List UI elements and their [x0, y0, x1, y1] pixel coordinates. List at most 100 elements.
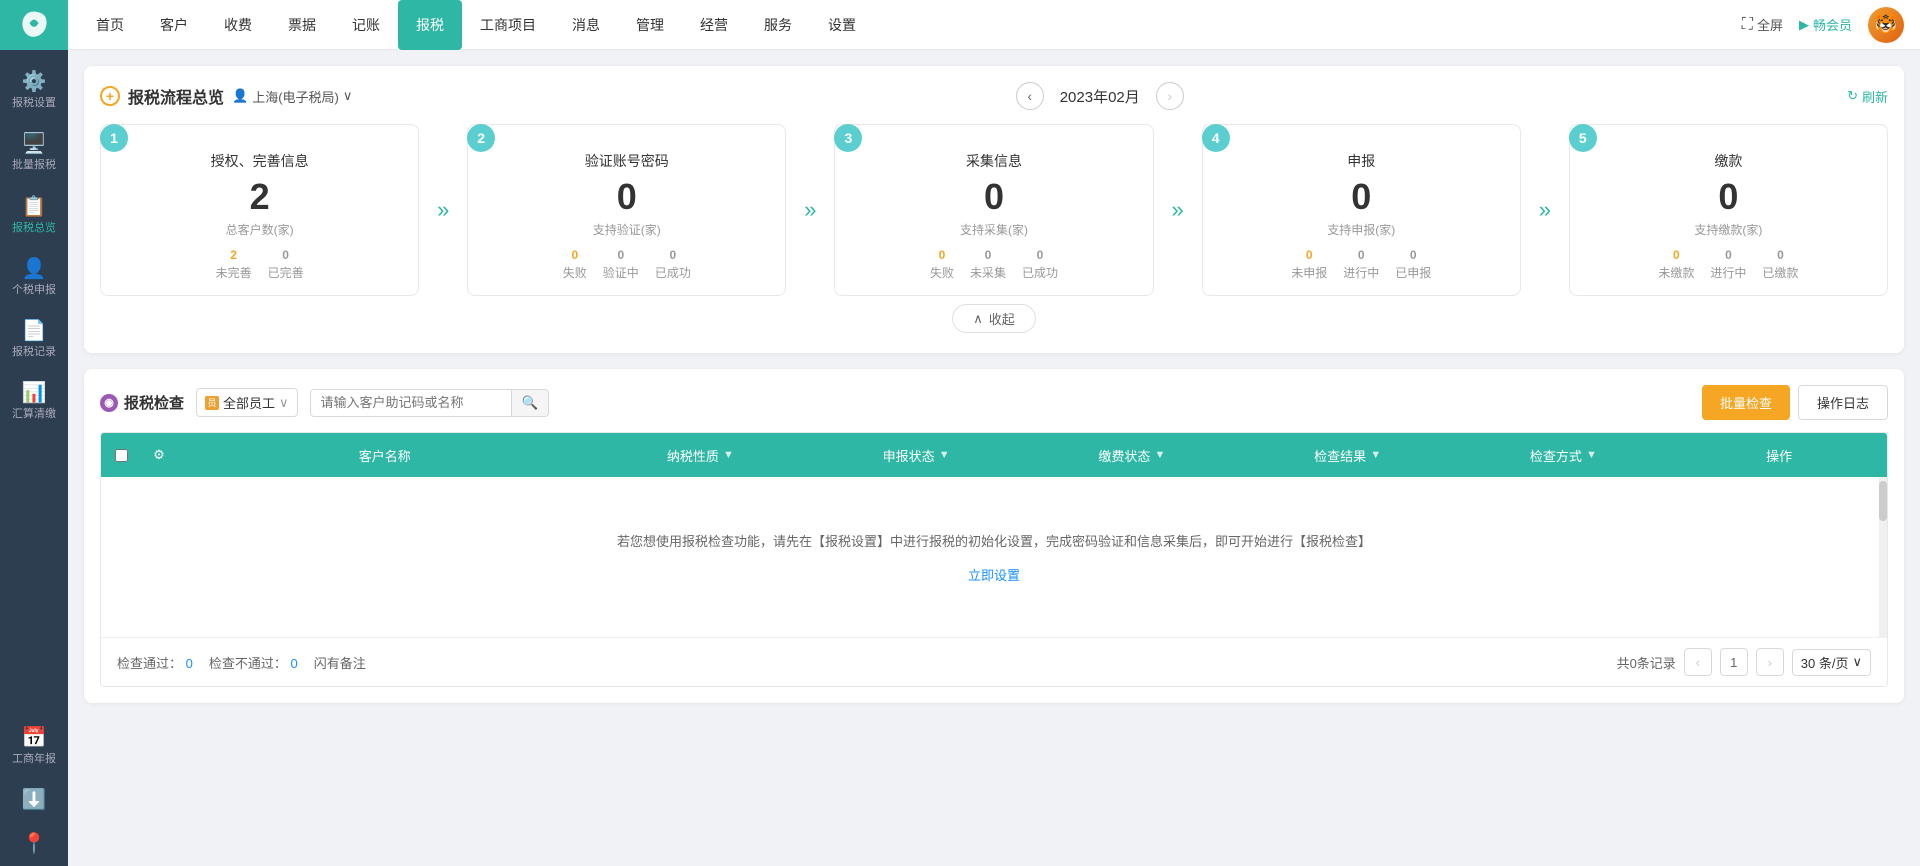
logo[interactable]: [0, 0, 68, 50]
nav-messages[interactable]: 消息: [554, 0, 618, 50]
check-title: ◉ 报税检查: [100, 392, 184, 413]
nav-home[interactable]: 首页: [78, 0, 142, 50]
th-check-method[interactable]: 检查方式 ▼: [1456, 446, 1672, 465]
step-2-sublabel: 支持验证(家): [480, 221, 773, 238]
step-card-1: 1 授权、完善信息 2 总客户数(家) 2 未完善 0 已完善: [100, 124, 419, 296]
step-card-4: 4 申报 0 支持申报(家) 0 未申报 0 进行中: [1202, 124, 1521, 296]
person-icon: 👤: [232, 88, 248, 104]
filter-chevron-icon: ∨: [279, 395, 289, 411]
flow-header-left: + 报税流程总览 👤 上海(电子税局) ∨: [100, 84, 352, 108]
fullscreen-icon: ⛶: [1742, 16, 1753, 34]
page-prev-button[interactable]: ‹: [1684, 648, 1712, 676]
sidebar-item-tax-overview[interactable]: 📋 报税总览: [0, 185, 68, 247]
avatar[interactable]: 🐯: [1868, 7, 1904, 43]
sidebar-item-location[interactable]: 📍: [0, 822, 68, 866]
th-pay-status[interactable]: 缴费状态 ▼: [1024, 446, 1240, 465]
filter-icon-method: ▼: [1586, 449, 1597, 461]
check-table: ⚙ 客户名称 纳税性质 ▼ 申报状态 ▼ 缴费状态 ▼: [100, 432, 1888, 687]
step-card-2: 2 验证账号密码 0 支持验证(家) 0 失败 0 验证中: [467, 124, 786, 296]
nav-accounting[interactable]: 记账: [334, 0, 398, 50]
th-settings[interactable]: ⚙: [141, 447, 177, 463]
batch-tax-icon: 🖥️: [22, 134, 47, 154]
main-content: + 报税流程总览 👤 上海(电子税局) ∨ ‹ 2023年02月 › ↻ 刷新: [68, 50, 1920, 866]
filter-icon-pay: ▼: [1154, 449, 1165, 461]
sidebar-bottom: 📅 工商年报 ⬇️ 📍: [0, 716, 68, 866]
arrow-4: »: [1521, 197, 1569, 223]
member-button[interactable]: ▶ 畅会员: [1799, 15, 1852, 34]
step-3-name: 采集信息: [847, 151, 1140, 171]
month-prev-button[interactable]: ‹: [1016, 82, 1044, 110]
flow-location-select[interactable]: 👤 上海(电子税局) ∨: [232, 87, 352, 106]
sidebar-item-personal-tax[interactable]: 👤 个税申报: [0, 247, 68, 309]
nav-tax[interactable]: 报税: [398, 0, 462, 50]
step-4-name: 申报: [1215, 151, 1508, 171]
nav-bizproject[interactable]: 工商项目: [462, 0, 554, 50]
step-1-stats: 2 未完善 0 已完善: [113, 248, 406, 281]
nav-settings[interactable]: 设置: [810, 0, 874, 50]
page-current[interactable]: 1: [1720, 648, 1748, 676]
th-declare-status[interactable]: 申报状态 ▼: [808, 446, 1024, 465]
step-card-5: 5 缴款 0 支持缴款(家) 0 未缴款 0 进行中: [1569, 124, 1888, 296]
fail-stat: 检查不通过： 0: [209, 653, 298, 672]
fail-count[interactable]: 0: [291, 656, 298, 671]
nav-invoices[interactable]: 票据: [270, 0, 334, 50]
nav-operation[interactable]: 经营: [682, 0, 746, 50]
download-icon: ⬇️: [22, 790, 47, 810]
step-3-count: 0: [847, 179, 1140, 215]
refresh-button[interactable]: ↻ 刷新: [1847, 87, 1888, 106]
main-layout: ⚙️ 报税设置 🖥️ 批量报税 📋 报税总览 👤 个税申报 📄 报税记录 📊 汇…: [0, 50, 1920, 866]
step-5-count: 0: [1582, 179, 1875, 215]
step-1-stat-0-label: 未完善: [216, 264, 252, 281]
tax-check-card: ◉ 报税检查 员 全部员工 ∨ 🔍 批量检查 操作日志: [84, 369, 1904, 703]
nav-clients[interactable]: 客户: [142, 0, 206, 50]
nav-service[interactable]: 服务: [746, 0, 810, 50]
pass-count[interactable]: 0: [186, 656, 193, 671]
arrow-2: »: [786, 197, 834, 223]
th-checkbox[interactable]: [101, 449, 141, 462]
operation-log-button[interactable]: 操作日志: [1798, 385, 1888, 420]
flow-title: 报税流程总览: [128, 84, 224, 108]
annual-report-icon: 📅: [22, 728, 47, 748]
sidebar-item-settlement[interactable]: 📊 汇算清缴: [0, 371, 68, 433]
select-all-checkbox[interactable]: [115, 449, 128, 462]
scrollbar-thumb[interactable]: [1879, 481, 1887, 521]
month-navigation: ‹ 2023年02月 ›: [1016, 82, 1184, 110]
search-button[interactable]: 🔍: [511, 390, 549, 416]
collapse-icon: ∧: [973, 311, 983, 327]
th-tax-nature[interactable]: 纳税性质 ▼: [593, 446, 809, 465]
search-input[interactable]: [311, 390, 511, 415]
step-4-badge: 4: [1202, 124, 1230, 152]
nav-manage[interactable]: 管理: [618, 0, 682, 50]
sidebar-item-download[interactable]: ⬇️: [0, 778, 68, 822]
step-1-stat-0: 2 未完善: [216, 248, 252, 281]
arrow-1: »: [419, 197, 467, 223]
step-5-badge: 5: [1569, 124, 1597, 152]
step-1-stat-1-val: 0: [282, 248, 289, 262]
fullscreen-button[interactable]: ⛶ 全屏: [1742, 15, 1783, 34]
nav-fees[interactable]: 收费: [206, 0, 270, 50]
step-1-stat-1: 0 已完善: [268, 248, 304, 281]
step-4-sublabel: 支持申报(家): [1215, 221, 1508, 238]
step-4-stats: 0 未申报 0 进行中 0 已申报: [1215, 248, 1508, 281]
remark-stat: 闪有备注: [314, 653, 366, 672]
th-check-result[interactable]: 检查结果 ▼: [1240, 446, 1456, 465]
sidebar-item-annual-report[interactable]: 📅 工商年报: [0, 716, 68, 778]
sidebar-item-tax-settings[interactable]: ⚙️ 报税设置: [0, 60, 68, 122]
setup-link[interactable]: 立即设置: [968, 565, 1020, 584]
table-empty-body: 若您想使用报税检查功能，请先在【报税设置】中进行报税的初始化设置，完成密码验证和…: [101, 477, 1887, 637]
page-next-button[interactable]: ›: [1756, 648, 1784, 676]
employee-filter[interactable]: 员 全部员工 ∨: [196, 388, 298, 417]
page-size-select[interactable]: 30 条/页 ∨: [1792, 649, 1871, 676]
month-next-button[interactable]: ›: [1156, 82, 1184, 110]
total-records: 共0条记录: [1617, 653, 1676, 672]
step-1-sublabel: 总客户数(家): [113, 221, 406, 238]
collapse-button[interactable]: ∧ 收起: [952, 304, 1036, 333]
step-2-badge: 2: [467, 124, 495, 152]
sidebar-item-tax-record[interactable]: 📄 报税记录: [0, 309, 68, 371]
step-3-stats: 0 失败 0 未采集 0 已成功: [847, 248, 1140, 281]
step-2-count: 0: [480, 179, 773, 215]
sidebar-item-batch-tax[interactable]: 🖥️ 批量报税: [0, 122, 68, 184]
flow-title-icon: +: [100, 86, 120, 106]
flow-overview-card: + 报税流程总览 👤 上海(电子税局) ∨ ‹ 2023年02月 › ↻ 刷新: [84, 66, 1904, 353]
batch-check-button[interactable]: 批量检查: [1702, 385, 1790, 420]
